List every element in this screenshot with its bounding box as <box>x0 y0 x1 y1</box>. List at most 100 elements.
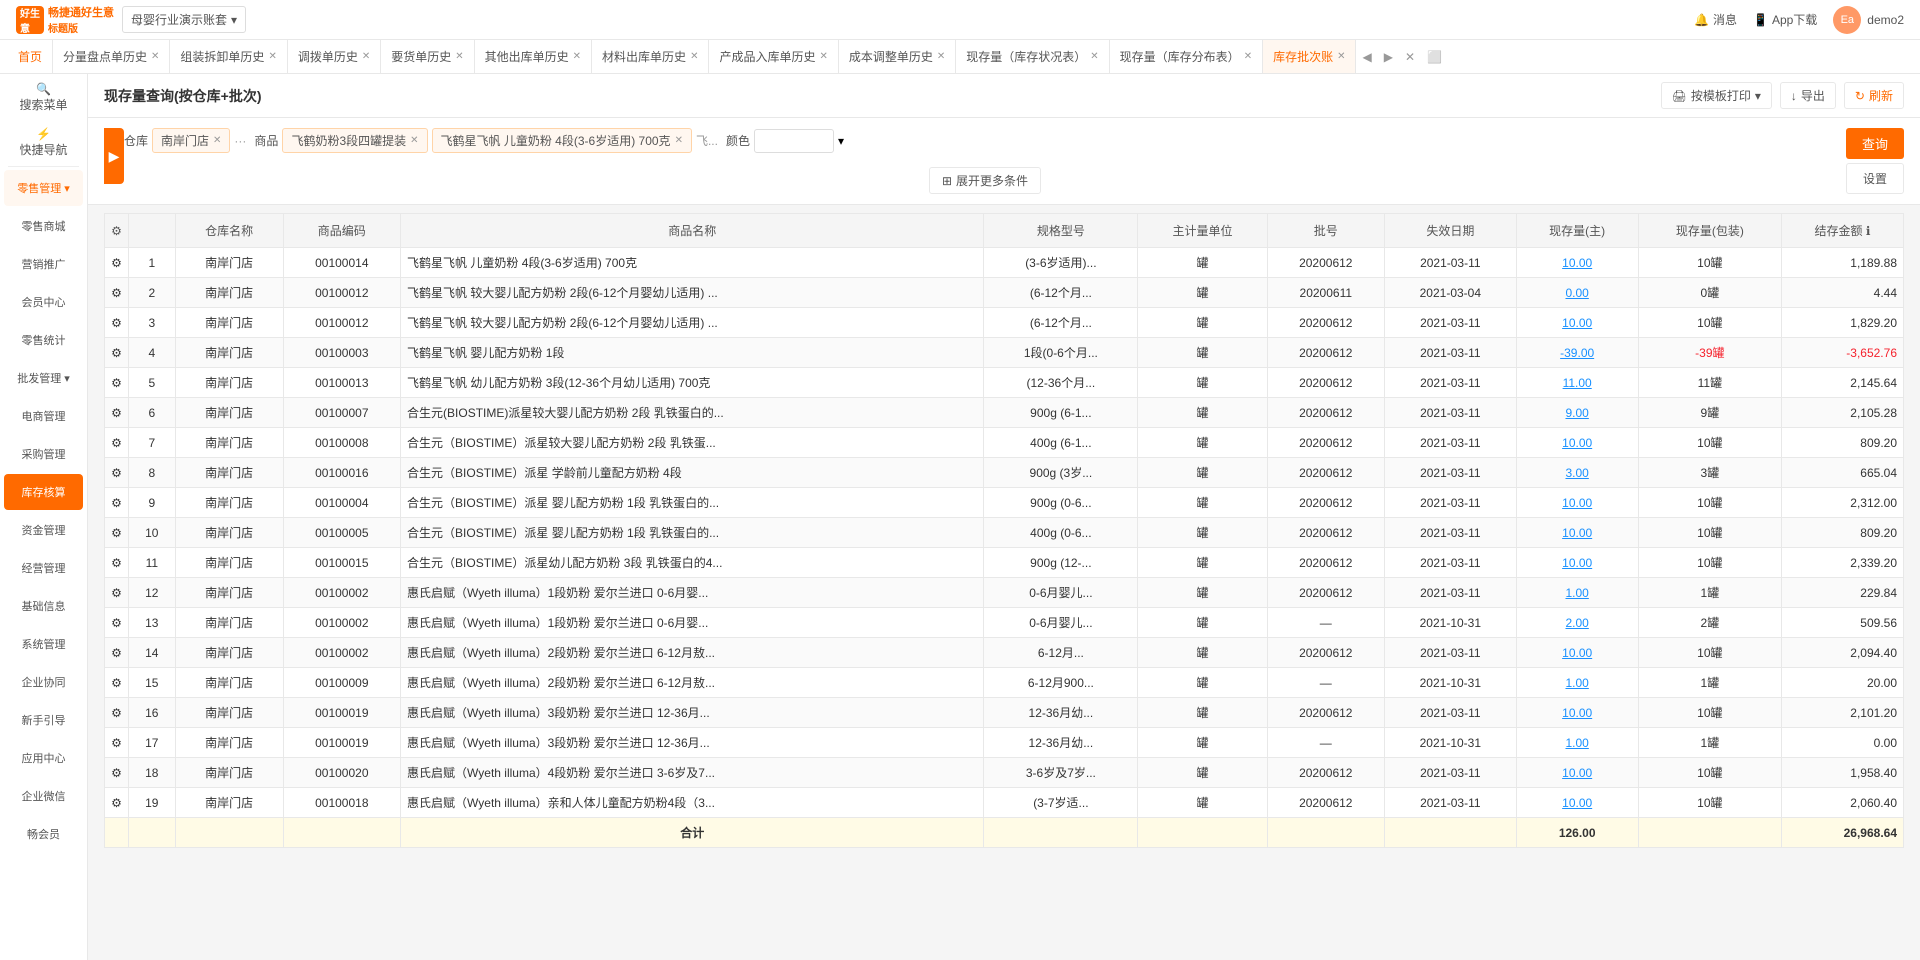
color-input[interactable] <box>754 129 834 153</box>
row-settings[interactable]: ⚙ <box>105 428 129 458</box>
product-remove-icon-1[interactable]: ✕ <box>410 135 418 146</box>
sidebar-item-apps[interactable]: 应用中心 <box>4 740 83 776</box>
row-settings[interactable]: ⚙ <box>105 398 129 428</box>
sidebar-item-operation[interactable]: 经营管理 <box>4 550 83 586</box>
tab-组装拆卸[interactable]: 组装拆卸单历史 ✕ <box>170 40 287 74</box>
row-stock-main[interactable]: 11.00 <box>1516 368 1638 398</box>
row-settings[interactable]: ⚙ <box>105 668 129 698</box>
warehouse-more[interactable]: ··· <box>234 134 246 148</box>
tab-调拨单[interactable]: 调拨单历史 ✕ <box>288 40 381 74</box>
row-stock-main[interactable]: 1.00 <box>1516 728 1638 758</box>
close-icon[interactable]: ✕ <box>268 51 276 62</box>
sidebar-item-retail-mgmt[interactable]: 零售管理 ▾ <box>4 170 83 206</box>
row-stock-main[interactable]: 10.00 <box>1516 428 1638 458</box>
row-settings[interactable]: ⚙ <box>105 458 129 488</box>
query-btn[interactable]: 查询 <box>1846 128 1904 159</box>
nav-close-all-btn[interactable]: ✕ <box>1399 50 1421 64</box>
sidebar-search-btn[interactable]: 🔍 搜索菜单 <box>0 74 87 121</box>
tab-产成品[interactable]: 产成品入库单历史 ✕ <box>709 40 838 74</box>
tab-现存量分布[interactable]: 现存量（库存分布表） ✕ <box>1110 40 1263 74</box>
row-stock-main[interactable]: 10.00 <box>1516 788 1638 818</box>
sidebar-item-retail-stats[interactable]: 零售统计 <box>4 322 83 358</box>
row-stock-main[interactable]: 10.00 <box>1516 488 1638 518</box>
color-dropdown-icon[interactable]: ▾ <box>838 134 844 148</box>
sidebar-item-ecommerce[interactable]: 电商管理 <box>4 398 83 434</box>
product-tag-2[interactable]: 飞鹤星飞帆 儿童奶粉 4段(3-6岁适用) 700克 ✕ <box>432 128 692 153</box>
product-tag-1[interactable]: 飞鹤奶粉3段四罐提装 ✕ <box>282 128 427 153</box>
warehouse-remove-icon[interactable]: ✕ <box>213 135 221 146</box>
print-btn[interactable]: 🖨 按模板打印 ▾ <box>1661 82 1772 109</box>
messages-btn[interactable]: 🔔 消息 <box>1694 11 1737 28</box>
row-stock-main[interactable]: 10.00 <box>1516 548 1638 578</box>
row-stock-main[interactable]: 2.00 <box>1516 608 1638 638</box>
row-settings[interactable]: ⚙ <box>105 488 129 518</box>
col-settings[interactable]: ⚙ <box>105 214 129 248</box>
refresh-btn[interactable]: ↻ 刷新 <box>1844 82 1904 109</box>
tab-分量盘点[interactable]: 分量盘点单历史 ✕ <box>53 40 170 74</box>
export-btn[interactable]: ↓ 导出 <box>1780 82 1836 109</box>
sidebar-item-enterprise[interactable]: 企业协同 <box>4 664 83 700</box>
row-settings[interactable]: ⚙ <box>105 758 129 788</box>
row-stock-main[interactable]: 1.00 <box>1516 578 1638 608</box>
close-icon[interactable]: ✕ <box>455 51 463 62</box>
row-stock-main[interactable]: 10.00 <box>1516 248 1638 278</box>
row-settings[interactable]: ⚙ <box>105 578 129 608</box>
tab-home[interactable]: 首页 <box>8 40 53 74</box>
row-settings[interactable]: ⚙ <box>105 278 129 308</box>
close-icon[interactable]: ✕ <box>362 51 370 62</box>
row-stock-main[interactable]: 10.00 <box>1516 308 1638 338</box>
row-stock-main[interactable]: 10.00 <box>1516 698 1638 728</box>
tab-库存批次[interactable]: 库存批次账 ✕ <box>1263 40 1356 74</box>
nav-next-arrow[interactable]: ▶ <box>1378 50 1399 64</box>
product-more[interactable]: 飞... <box>696 132 718 149</box>
close-icon[interactable]: ✕ <box>1244 51 1252 62</box>
row-settings[interactable]: ⚙ <box>105 698 129 728</box>
app-download-btn[interactable]: 📱 App下载 <box>1753 11 1817 28</box>
row-settings[interactable]: ⚙ <box>105 638 129 668</box>
row-settings[interactable]: ⚙ <box>105 788 129 818</box>
sidebar-item-purchase[interactable]: 采购管理 <box>4 436 83 472</box>
tab-现存量状况[interactable]: 现存量（库存状况表） ✕ <box>956 40 1109 74</box>
nav-maximize-icon[interactable]: ⬜ <box>1421 50 1448 64</box>
tab-要货单[interactable]: 要货单历史 ✕ <box>381 40 474 74</box>
row-stock-main[interactable]: 9.00 <box>1516 398 1638 428</box>
tab-材料出库[interactable]: 材料出库单历史 ✕ <box>592 40 709 74</box>
row-settings[interactable]: ⚙ <box>105 548 129 578</box>
expand-conditions-btn[interactable]: ⊞ 展开更多条件 <box>929 167 1041 194</box>
filter-expand-btn[interactable]: ▶ <box>104 128 124 184</box>
sidebar-item-finance[interactable]: 资金管理 <box>4 512 83 548</box>
sidebar-item-marketing[interactable]: 营销推广 <box>4 246 83 282</box>
row-stock-main[interactable]: -39.00 <box>1516 338 1638 368</box>
sidebar-item-wechat[interactable]: 企业微信 <box>4 778 83 814</box>
row-stock-main[interactable]: 10.00 <box>1516 518 1638 548</box>
row-stock-main[interactable]: 10.00 <box>1516 638 1638 668</box>
row-stock-main[interactable]: 1.00 <box>1516 668 1638 698</box>
close-icon[interactable]: ✕ <box>1090 51 1098 62</box>
sidebar-quicknav-btn[interactable]: ⚡ 快捷导航 <box>0 121 87 164</box>
row-settings[interactable]: ⚙ <box>105 248 129 278</box>
sidebar-item-guide[interactable]: 新手引导 <box>4 702 83 738</box>
nav-prev-arrow[interactable]: ◀ <box>1356 50 1377 64</box>
sidebar-item-inventory[interactable]: 库存核算 <box>4 474 83 510</box>
user-area[interactable]: Ea demo2 <box>1833 6 1904 34</box>
row-stock-main[interactable]: 0.00 <box>1516 278 1638 308</box>
sidebar-item-basic[interactable]: 基础信息 <box>4 588 83 624</box>
row-settings[interactable]: ⚙ <box>105 608 129 638</box>
tab-成本调整[interactable]: 成本调整单历史 ✕ <box>839 40 956 74</box>
setting-btn[interactable]: 设置 <box>1846 163 1904 194</box>
sidebar-item-member2[interactable]: 畅会员 <box>4 816 83 852</box>
row-settings[interactable]: ⚙ <box>105 338 129 368</box>
sidebar-item-system[interactable]: 系统管理 <box>4 626 83 662</box>
close-icon[interactable]: ✕ <box>690 51 698 62</box>
store-selector[interactable]: 母婴行业演示账套 ▾ <box>122 6 246 33</box>
sidebar-item-wholesale[interactable]: 批发管理 ▾ <box>4 360 83 396</box>
close-icon[interactable]: ✕ <box>937 51 945 62</box>
sidebar-item-member[interactable]: 会员中心 <box>4 284 83 320</box>
close-icon[interactable]: ✕ <box>151 51 159 62</box>
product-remove-icon-2[interactable]: ✕ <box>675 135 683 146</box>
warehouse-tag[interactable]: 南岸门店 ✕ <box>152 128 230 153</box>
row-stock-main[interactable]: 10.00 <box>1516 758 1638 788</box>
close-icon[interactable]: ✕ <box>573 51 581 62</box>
row-settings[interactable]: ⚙ <box>105 308 129 338</box>
row-settings[interactable]: ⚙ <box>105 368 129 398</box>
